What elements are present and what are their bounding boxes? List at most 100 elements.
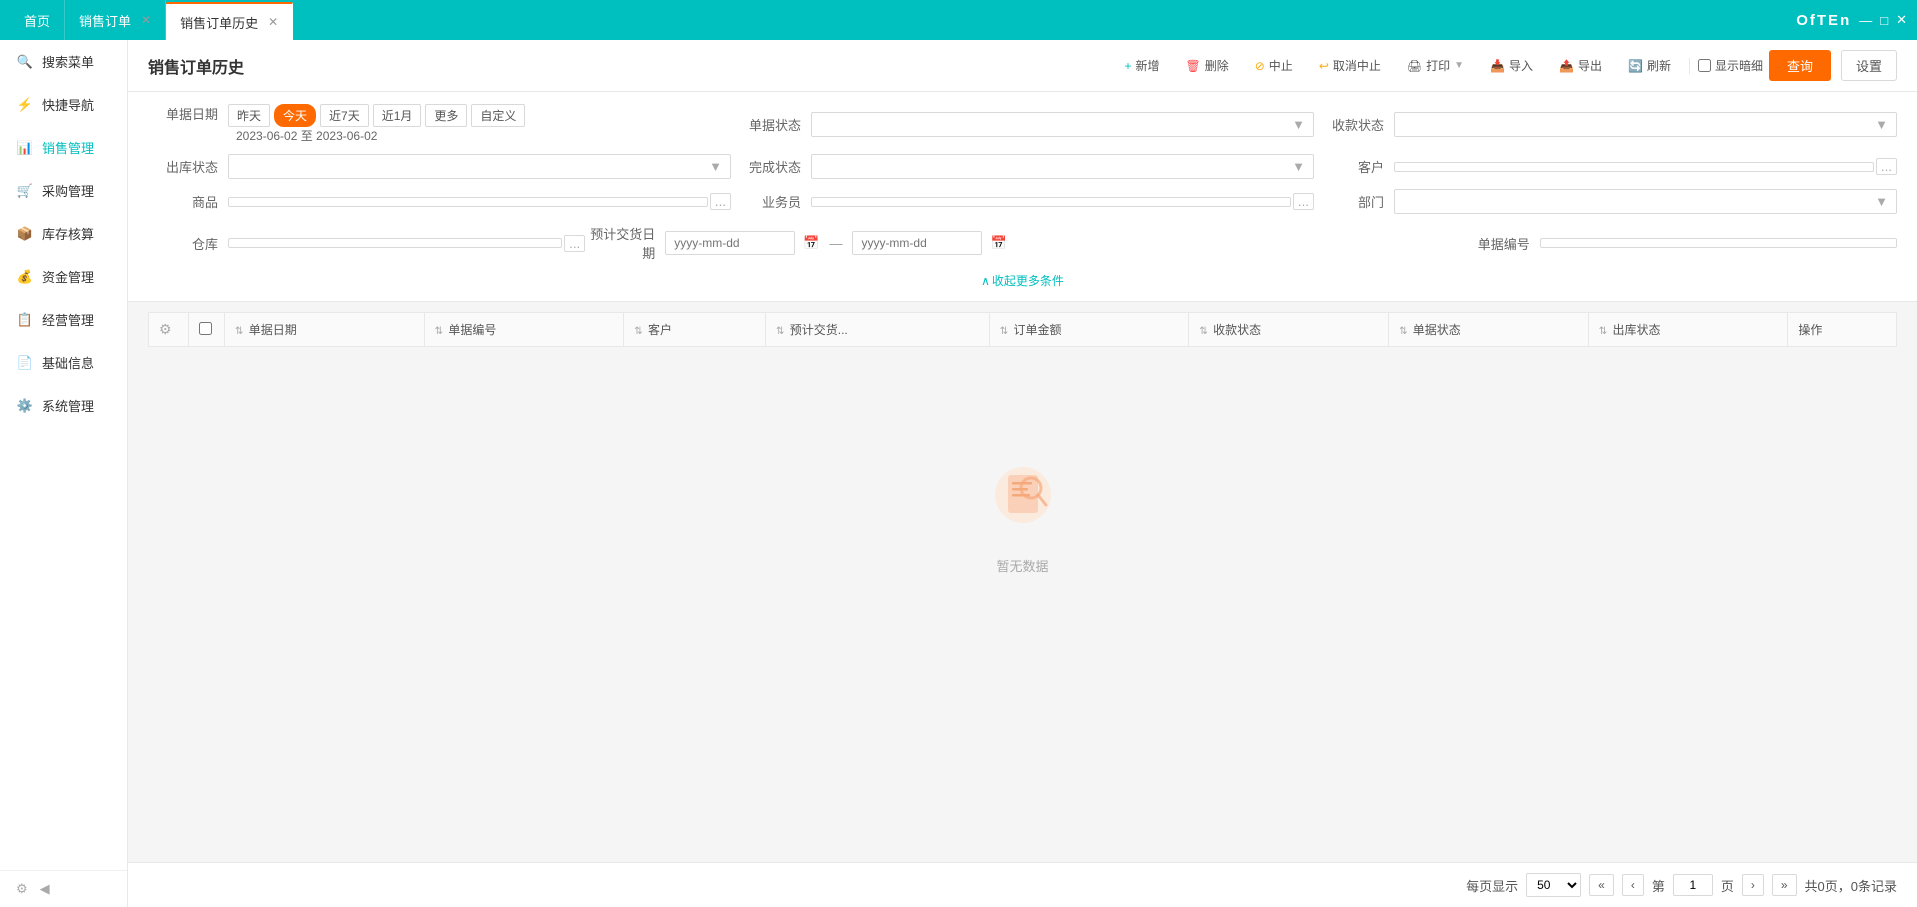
tab-sales-order-close[interactable]: ✕ — [141, 13, 151, 27]
date-btn-custom[interactable]: 自定义 — [471, 104, 525, 127]
bill-status-arrow: ▼ — [1292, 117, 1305, 132]
refresh-button[interactable]: 🔄 刷新 — [1618, 52, 1681, 79]
date-filter-label: 单据日期 — [148, 104, 228, 123]
last-page-btn[interactable]: » — [1772, 874, 1797, 896]
th-operations-label: 操作 — [1798, 323, 1822, 337]
next-page-btn[interactable]: › — [1742, 874, 1764, 896]
cancel-stop-button[interactable]: ↩ 取消中止 — [1309, 52, 1391, 79]
per-page-select[interactable]: 50 10 20 100 — [1526, 873, 1581, 897]
date-btn-7days[interactable]: 近7天 — [320, 104, 369, 127]
display-columns-checkbox[interactable]: 显示暗细 — [1698, 57, 1763, 74]
operations-icon: 📋 — [16, 311, 34, 329]
import-button[interactable]: 📥 导入 — [1480, 52, 1543, 79]
print-button[interactable]: 🖨 打印 ▼ — [1397, 52, 1474, 79]
th-checkbox — [189, 313, 225, 347]
customer-input[interactable] — [1394, 162, 1874, 172]
th-order-amount-label: 订单金额 — [1014, 323, 1062, 337]
new-label: 新增 — [1135, 57, 1159, 74]
window-maximize[interactable]: □ — [1880, 13, 1888, 28]
purchase-icon: 🛒 — [16, 182, 34, 200]
window-close[interactable]: ✕ — [1896, 12, 1907, 28]
page-number-input[interactable] — [1673, 874, 1713, 896]
warehouse-dots-btn[interactable]: ... — [564, 235, 585, 252]
sidebar-item-basic-info[interactable]: 📄 基础信息 — [0, 341, 127, 384]
gear-button[interactable]: ⚙ — [159, 321, 172, 338]
sidebar-item-purchase-label: 采购管理 — [42, 181, 94, 200]
complete-status-select[interactable]: ▼ — [811, 154, 1314, 179]
bill-number-input[interactable] — [1540, 238, 1897, 248]
sidebar-item-sales[interactable]: 📊 销售管理 — [0, 126, 127, 169]
salesperson-input[interactable] — [811, 197, 1291, 207]
table-area: ⚙ ⇅ 单据日期 ⇅ 单据编号 — [128, 302, 1917, 862]
salesperson-label: 业务员 — [731, 192, 811, 211]
tab-sales-order-label: 销售订单 — [79, 11, 131, 30]
basic-info-icon: 📄 — [16, 354, 34, 372]
page-label: 第 — [1652, 876, 1665, 895]
export-label: 导出 — [1578, 57, 1602, 74]
sidebar-item-search[interactable]: 🔍 搜索菜单 — [0, 40, 127, 83]
date-btn-more[interactable]: 更多 — [425, 104, 467, 127]
th-outbound-status-label: 出库状态 — [1612, 323, 1660, 337]
calendar-to-icon[interactable]: 📅 — [990, 235, 1006, 251]
date-btn-1month[interactable]: 近1月 — [373, 104, 422, 127]
window-minimize[interactable]: — — [1859, 13, 1872, 28]
import-label: 导入 — [1509, 57, 1533, 74]
sidebar-item-system[interactable]: ⚙️ 系统管理 — [0, 384, 127, 427]
goods-input[interactable] — [228, 197, 708, 207]
sidebar-item-inventory[interactable]: 📦 库存核算 — [0, 212, 127, 255]
first-page-btn[interactable]: « — [1589, 874, 1614, 896]
quick-nav-icon: ⚡ — [16, 96, 34, 114]
th-gear: ⚙ — [149, 313, 189, 347]
salesperson-dots-btn[interactable]: ... — [1293, 193, 1314, 210]
new-button[interactable]: + 新增 — [1114, 52, 1169, 79]
export-button[interactable]: 📤 导出 — [1549, 52, 1612, 79]
delete-icon: 🗑 — [1185, 59, 1200, 73]
th-bill-date-label: 单据日期 — [249, 323, 297, 337]
outbound-status-select[interactable]: ▼ — [228, 154, 731, 179]
date-btn-today[interactable]: 今天 — [274, 104, 316, 127]
warehouse-input[interactable] — [228, 238, 562, 248]
collapse-link[interactable]: ∧ 收起更多条件 — [981, 272, 1064, 289]
dept-select[interactable]: ▼ — [1394, 189, 1897, 214]
tab-home[interactable]: 首页 — [10, 0, 65, 40]
calendar-from-icon[interactable]: 📅 — [803, 235, 819, 251]
sidebar-settings-icon[interactable]: ⚙ — [16, 881, 28, 897]
tab-sales-order-history[interactable]: 销售订单历史 ✕ — [166, 2, 293, 40]
th-customer-label: 客户 — [648, 323, 672, 337]
settings-button[interactable]: 设置 — [1841, 50, 1897, 81]
sidebar-item-nav-label: 快捷导航 — [42, 95, 94, 114]
delete-button[interactable]: 🗑 删除 — [1175, 52, 1238, 79]
date-btn-yesterday[interactable]: 昨天 — [228, 104, 270, 127]
filter-area: 单据日期 昨天 今天 近7天 近1月 更多 自定义 2023-06-02 至 2… — [128, 92, 1917, 302]
customer-dots-btn[interactable]: ... — [1876, 158, 1897, 175]
filter-row-3: 商品 ... 业务员 ... 部门 — [148, 189, 1897, 214]
delivery-date-from[interactable] — [665, 231, 795, 255]
warehouse-label: 仓库 — [148, 234, 228, 253]
display-columns-check[interactable] — [1698, 59, 1711, 72]
bill-status-select[interactable]: ▼ — [811, 112, 1314, 137]
query-button[interactable]: 查询 — [1769, 50, 1831, 81]
new-icon: + — [1124, 59, 1131, 73]
prev-page-btn[interactable]: ‹ — [1622, 874, 1644, 896]
goods-dots-btn[interactable]: ... — [710, 193, 731, 210]
th-bill-status-label: 单据状态 — [1413, 323, 1461, 337]
receipt-status-select[interactable]: ▼ — [1394, 112, 1897, 137]
sidebar-item-operations[interactable]: 📋 经营管理 — [0, 298, 127, 341]
print-arrow: ▼ — [1454, 60, 1464, 71]
th-sort-icon-expected-delivery: ⇅ — [776, 326, 784, 337]
select-all-checkbox[interactable] — [199, 322, 212, 335]
sidebar-item-purchase[interactable]: 🛒 采购管理 — [0, 169, 127, 212]
sidebar-item-nav[interactable]: ⚡ 快捷导航 — [0, 83, 127, 126]
sidebar-item-finance[interactable]: 💰 资金管理 — [0, 255, 127, 298]
stop-button[interactable]: ⊘ 中止 — [1245, 52, 1303, 79]
th-sort-icon-receipt-status: ⇅ — [1199, 326, 1207, 337]
th-sort-icon-bill-number: ⇅ — [435, 326, 443, 337]
empty-state: 暂无数据 — [148, 347, 1897, 667]
delivery-date-to[interactable] — [852, 231, 982, 255]
tab-sales-order[interactable]: 销售订单 ✕ — [65, 0, 166, 40]
sidebar-collapse-icon[interactable]: ◀ — [40, 881, 50, 897]
date-buttons: 昨天 今天 近7天 近1月 更多 自定义 — [228, 104, 525, 127]
tab-sales-order-history-close[interactable]: ✕ — [268, 15, 278, 29]
sidebar-item-finance-label: 资金管理 — [42, 267, 94, 286]
filter-row-4: 仓库 ... 预计交货日期 📅 — 📅 — [148, 224, 1897, 262]
